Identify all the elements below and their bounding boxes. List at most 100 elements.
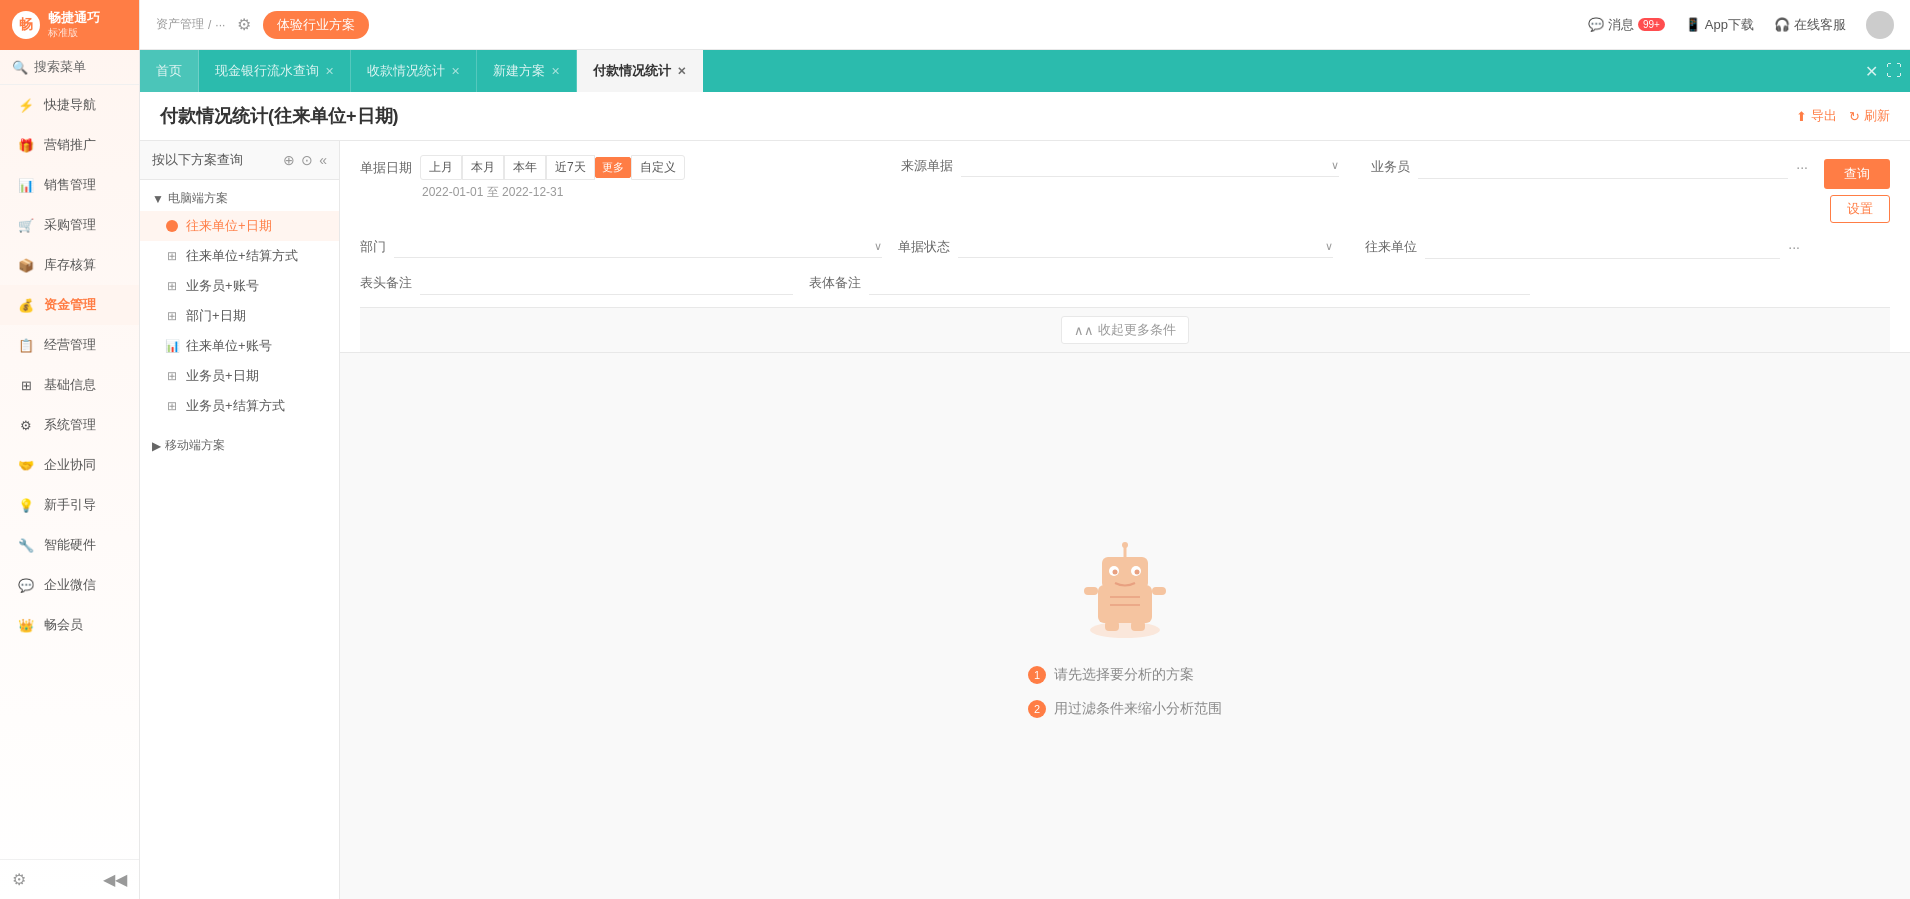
date-btn-this-year[interactable]: 本年 xyxy=(504,155,546,180)
sidebar-search[interactable]: 🔍 搜索菜单 xyxy=(0,50,139,85)
collapse-row: ∧∧ 收起更多条件 xyxy=(360,307,1890,352)
sidebar-bottom: ⚙ ◀◀ xyxy=(0,859,139,899)
sidebar-item-base-info[interactable]: ⊞ 基础信息 xyxy=(0,365,139,405)
online-service-button[interactable]: 🎧 在线客服 xyxy=(1774,16,1846,34)
filter-row-1: 单据日期 上月 本月 本年 近7天 更多 自定义 20 xyxy=(360,155,1890,223)
tab-new-scheme[interactable]: 新建方案 ✕ xyxy=(477,50,577,92)
page-actions: ⬆ 导出 ↻ 刷新 xyxy=(1796,107,1890,125)
page-area: 付款情况统计(往来单位+日期) ⬆ 导出 ↻ 刷新 按以下方案查询 ⊕ xyxy=(140,92,1910,899)
trial-button[interactable]: 体验行业方案 xyxy=(263,11,369,39)
doc-status-field: 单据状态 ∨ xyxy=(882,236,1349,258)
svg-rect-10 xyxy=(1084,587,1098,595)
action-buttons: 查询 设置 xyxy=(1808,155,1890,223)
empty-hint-2: 2 用过滤条件来缩小分析范围 xyxy=(1028,700,1222,718)
page-title: 付款情况统计(往来单位+日期) xyxy=(160,104,399,128)
download-icon: 📱 xyxy=(1685,17,1701,32)
sidebar-item-purchase[interactable]: 🛒 采购管理 xyxy=(0,205,139,245)
scheme-item-staff-payment[interactable]: ⊞ 业务员+结算方式 xyxy=(140,391,339,421)
tab-expand-icon[interactable]: ⛶ xyxy=(1886,62,1902,80)
sidebar-item-marketing[interactable]: 🎁 营销推广 xyxy=(0,125,139,165)
settings-icon: ⚙ xyxy=(16,415,36,435)
filter-row-3: 表头备注 表体备注 xyxy=(360,271,1890,295)
sidebar-item-quick-nav[interactable]: ⚡ 快捷导航 xyxy=(0,85,139,125)
scheme-section-desktop-title[interactable]: ▼ 电脑端方案 xyxy=(140,186,339,211)
query-button[interactable]: 查询 xyxy=(1824,159,1890,189)
date-btn-7days[interactable]: 近7天 xyxy=(546,155,595,180)
chart-bar-icon: 📊 xyxy=(16,175,36,195)
scheme-item-dept-date[interactable]: ⊞ 部门+日期 xyxy=(140,301,339,331)
scheme-item-partner-payment[interactable]: ⊞ 往来单位+结算方式 xyxy=(140,241,339,271)
app-download-button[interactable]: 📱 App下载 xyxy=(1685,16,1754,34)
scheme-section-mobile-title[interactable]: ▶ 移动端方案 xyxy=(140,433,339,458)
expand-icon: ▶ xyxy=(152,439,161,453)
sidebar-item-smart-hw[interactable]: 🔧 智能硬件 xyxy=(0,525,139,565)
tab-close-all-icon[interactable]: ✕ xyxy=(1865,62,1878,81)
dept-select[interactable]: ∨ xyxy=(394,236,882,258)
scheme-item-staff-date[interactable]: ⊞ 业务员+日期 xyxy=(140,361,339,391)
refresh-button[interactable]: ↻ 刷新 xyxy=(1849,107,1890,125)
chevron-down-icon-2: ∨ xyxy=(874,240,882,253)
table-icon-3: ⊞ xyxy=(164,308,180,324)
staff-ellipsis-icon[interactable]: ··· xyxy=(1796,159,1808,175)
scheme-section-desktop: ▼ 电脑端方案 往来单位+日期 ⊞ 往来单位+结算方式 ⊞ xyxy=(140,180,339,427)
search-icon: 🔍 xyxy=(12,60,28,75)
partner-ellipsis-icon[interactable]: ··· xyxy=(1788,239,1800,255)
head-note-label: 表头备注 xyxy=(360,274,412,292)
gear-bottom-icon[interactable]: ⚙ xyxy=(12,870,26,889)
sidebar-item-guide[interactable]: 💡 新手引导 xyxy=(0,485,139,525)
tab-close-icon[interactable]: ✕ xyxy=(451,65,460,78)
settings-icon[interactable]: ⚙ xyxy=(237,15,251,34)
source-select[interactable]: ∨ xyxy=(961,155,1339,177)
date-btn-custom[interactable]: 自定义 xyxy=(631,155,685,180)
add-scheme-icon[interactable]: ⊕ xyxy=(283,152,295,168)
sidebar-item-corp-coop[interactable]: 🤝 企业协同 xyxy=(0,445,139,485)
user-avatar[interactable] xyxy=(1866,11,1894,39)
scheme-collapse-icon[interactable]: « xyxy=(319,152,327,168)
svg-point-0 xyxy=(166,220,178,232)
messages-button[interactable]: 💬 消息 99+ xyxy=(1588,16,1665,34)
collapse-button[interactable]: ∧∧ 收起更多条件 xyxy=(1061,316,1189,344)
staff-input[interactable] xyxy=(1418,155,1789,179)
partner-input[interactable] xyxy=(1425,235,1780,259)
date-btn-more[interactable]: 更多 xyxy=(595,157,631,178)
sidebar-item-inventory[interactable]: 📦 库存核算 xyxy=(0,245,139,285)
svg-point-5 xyxy=(1122,542,1128,548)
sidebar-item-operations[interactable]: 📋 经营管理 xyxy=(0,325,139,365)
body-note-label: 表体备注 xyxy=(809,274,861,292)
messages-badge: 99+ xyxy=(1638,18,1665,31)
tab-close-icon[interactable]: ✕ xyxy=(551,65,560,78)
head-note-input[interactable] xyxy=(420,271,793,295)
scheme-section-mobile: ▶ 移动端方案 xyxy=(140,427,339,464)
empty-state: 1 请先选择要分析的方案 2 用过滤条件来缩小分析范围 xyxy=(340,353,1910,899)
sidebar-item-corp-wechat[interactable]: 💬 企业微信 xyxy=(0,565,139,605)
chevron-down-icon: ∨ xyxy=(1331,159,1339,172)
date-btn-last-month[interactable]: 上月 xyxy=(420,155,462,180)
sidebar-item-vip[interactable]: 👑 畅会员 xyxy=(0,605,139,645)
svg-rect-2 xyxy=(1098,585,1152,623)
scheme-item-staff-account[interactable]: ⊞ 业务员+账号 xyxy=(140,271,339,301)
tab-close-icon[interactable]: ✕ xyxy=(677,65,686,78)
export-button[interactable]: ⬆ 导出 xyxy=(1796,107,1837,125)
sidebar-item-finance[interactable]: 💰 资金管理 xyxy=(0,285,139,325)
settings-button[interactable]: 设置 xyxy=(1830,195,1890,223)
tab-cash-flow[interactable]: 现金银行流水查询 ✕ xyxy=(199,50,351,92)
doc-status-select[interactable]: ∨ xyxy=(958,236,1333,258)
scheme-settings-icon[interactable]: ⊙ xyxy=(301,152,313,168)
scheme-item-partner-account[interactable]: 📊 往来单位+账号 xyxy=(140,331,339,361)
crown-icon: 👑 xyxy=(16,615,36,635)
logo-text: 畅捷通巧 标准版 xyxy=(48,10,100,40)
scheme-item-partner-date[interactable]: 往来单位+日期 xyxy=(140,211,339,241)
tab-home[interactable]: 首页 xyxy=(140,50,199,92)
collapse-sidebar-icon[interactable]: ◀◀ xyxy=(103,870,127,889)
tab-income-stats[interactable]: 收款情况统计 ✕ xyxy=(351,50,477,92)
doc-status-label: 单据状态 xyxy=(898,238,950,256)
tab-bar: 首页 现金银行流水查询 ✕ 收款情况统计 ✕ 新建方案 ✕ 付款情况统计 ✕ ✕… xyxy=(140,50,1910,92)
sidebar-item-sales[interactable]: 📊 销售管理 xyxy=(0,165,139,205)
body-note-input[interactable] xyxy=(869,271,1530,295)
sidebar-item-system[interactable]: ⚙ 系统管理 xyxy=(0,405,139,445)
tab-payment-stats[interactable]: 付款情况统计 ✕ xyxy=(577,50,703,92)
scheme-panel-header: 按以下方案查询 ⊕ ⊙ « xyxy=(140,141,339,180)
date-btn-this-month[interactable]: 本月 xyxy=(462,155,504,180)
gift-icon: 🎁 xyxy=(16,135,36,155)
tab-close-icon[interactable]: ✕ xyxy=(325,65,334,78)
